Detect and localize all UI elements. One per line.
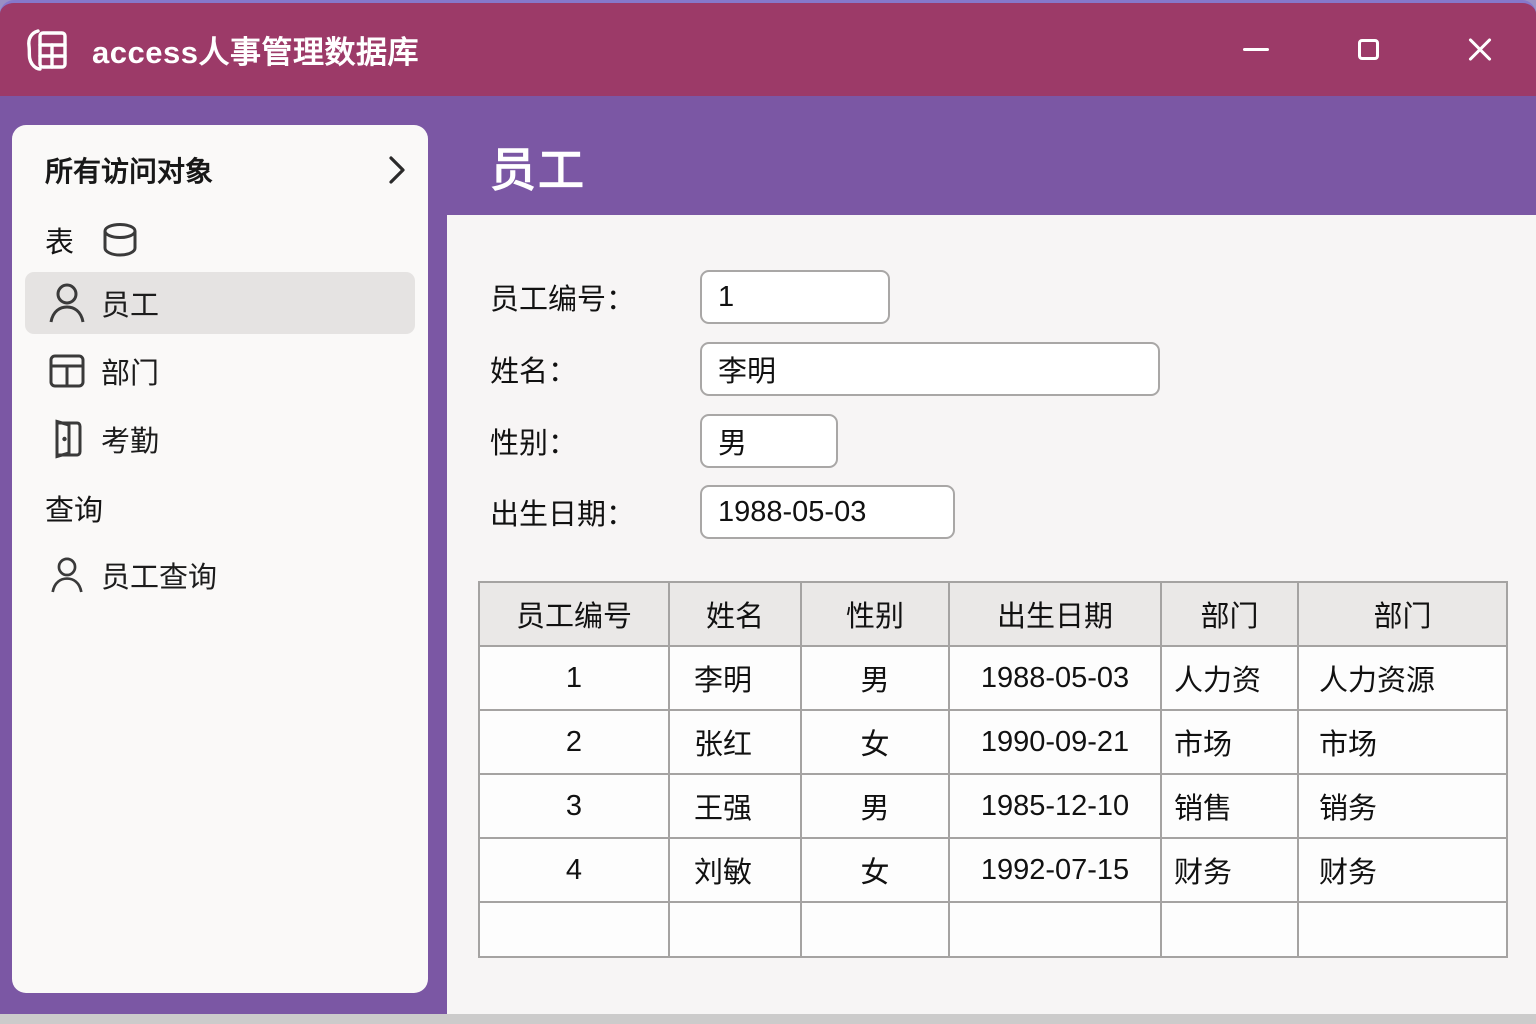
nav-section-tables-label: 表 [45,227,75,259]
name-label: 姓名： [490,356,578,388]
cell-gender[interactable]: 女 [800,837,950,903]
cell-birthdate[interactable]: 1992-07-15 [948,837,1162,903]
cell-name[interactable]: 李明 [668,645,802,711]
minimize-icon [1243,48,1269,51]
cell-name[interactable]: 刘敏 [668,837,802,903]
form-row-employee-id: 员工编号： [490,270,890,324]
nav-pane-header[interactable]: 所有访问对象 [45,145,408,195]
table-grid-icon [45,351,89,391]
window-title: access人事管理数据库 [92,35,419,70]
nav-section-tables[interactable]: 表 [45,209,140,271]
form-row-gender: 性别： [490,414,838,468]
gender-label: 性别： [490,428,578,460]
cell-birthdate[interactable]: 1990-09-21 [948,709,1162,775]
cell-birthdate[interactable]: 1985-12-10 [948,773,1162,839]
column-header-employee-id[interactable]: 员工编号 [478,581,670,647]
close-icon [1467,37,1493,63]
column-header-name[interactable]: 姓名 [668,581,802,647]
employee-id-field[interactable] [700,270,890,324]
employee-datasheet: 员工编号 姓名 性别 出生日期 部门 部门 1 李明 男 1988-05-03 [478,581,1508,958]
navigation-pane: 所有访问对象 表 员工 部门 考勤 查询 员工查询 [12,125,428,993]
nav-section-queries-label: 查询 [45,495,104,527]
app-window: access人事管理数据库 所有访问对象 表 员工 部门 考勤 查询 员工查询 … [0,0,1536,1024]
window-controls [1200,3,1536,96]
table-row[interactable]: 3 王强 男 1985-12-10 销售 销务 [478,773,1508,839]
window-bottom-edge [0,1014,1536,1024]
cell-department-2[interactable]: 财务 [1297,837,1508,903]
table-row-new-record[interactable] [478,901,1508,958]
cell-department-1[interactable]: 市场 [1160,709,1299,775]
table-row[interactable]: 2 张红 女 1990-09-21 市场 市场 [478,709,1508,775]
cell-birthdate[interactable]: 1988-05-03 [948,645,1162,711]
maximize-icon [1357,39,1379,60]
cell-employee-id[interactable]: 4 [478,837,670,903]
cell-department-2[interactable]: 人力资源 [1297,645,1508,711]
nav-pane-title: 所有访问对象 [45,156,214,187]
sidebar-item-label: 员工查询 [101,562,218,594]
birthdate-label: 出生日期： [490,499,636,531]
titlebar: access人事管理数据库 [0,3,1536,96]
cell-department-1[interactable]: 财务 [1160,837,1299,903]
sidebar-item-employees[interactable]: 员工 [25,272,415,334]
cell-employee-id[interactable]: 1 [478,645,670,711]
cell-department-1[interactable] [1160,901,1299,958]
table-row[interactable]: 4 刘敏 女 1992-07-15 财务 财务 [478,837,1508,903]
sidebar-item-employee-query[interactable]: 员工查询 [25,544,415,606]
person-icon [45,556,89,594]
column-header-gender[interactable]: 性别 [800,581,950,647]
page-title: 员工 [490,144,586,196]
form-row-birthdate: 出生日期： [490,485,955,539]
datasheet-header-row: 员工编号 姓名 性别 出生日期 部门 部门 [478,581,1508,647]
sidebar-item-label: 部门 [101,358,160,390]
database-cylinder-icon [100,221,140,259]
cell-department-2[interactable] [1297,901,1508,958]
form-row-name: 姓名： [490,342,1160,396]
cell-gender[interactable]: 男 [800,645,950,711]
cell-name[interactable]: 王强 [668,773,802,839]
table-row[interactable]: 1 李明 男 1988-05-03 人力资 人力资源 [478,645,1508,711]
employee-form-panel: 员工编号： 姓名： 性别： 出生日期： [447,215,1536,1017]
sidebar-item-label: 考勤 [101,426,160,458]
cell-gender[interactable]: 女 [800,709,950,775]
cell-birthdate[interactable] [948,901,1162,958]
column-header-department-2[interactable]: 部门 [1297,581,1508,647]
cell-employee-id[interactable]: 3 [478,773,670,839]
minimize-button[interactable] [1200,3,1312,96]
access-app-icon [24,24,70,76]
cell-employee-id[interactable] [478,901,670,958]
cell-department-2[interactable]: 销务 [1297,773,1508,839]
chevron-right-icon [386,153,408,187]
person-icon [45,282,89,324]
nav-section-queries[interactable]: 查询 [45,477,103,539]
cell-department-1[interactable]: 人力资 [1160,645,1299,711]
cell-department-2[interactable]: 市场 [1297,709,1508,775]
cell-gender[interactable] [800,901,950,958]
cell-department-1[interactable]: 销售 [1160,773,1299,839]
sidebar-item-attendance[interactable]: 考勤 [25,408,415,470]
app-body: 所有访问对象 表 员工 部门 考勤 查询 员工查询 员工 员工编号： 1 姓名：… [0,96,1536,1017]
door-icon [45,418,89,460]
column-header-birthdate[interactable]: 出生日期 [948,581,1162,647]
employee-id-label: 员工编号： [490,284,636,316]
name-field[interactable] [700,342,1160,396]
column-header-department-1[interactable]: 部门 [1160,581,1299,647]
maximize-button[interactable] [1312,3,1424,96]
cell-name[interactable]: 张红 [668,709,802,775]
gender-field[interactable] [700,414,838,468]
sidebar-item-departments[interactable]: 部门 [25,340,415,402]
sidebar-item-label: 员工 [101,290,160,322]
close-button[interactable] [1424,3,1536,96]
cell-name[interactable] [668,901,802,958]
birthdate-field[interactable] [700,485,955,539]
cell-employee-id[interactable]: 2 [478,709,670,775]
cell-gender[interactable]: 男 [800,773,950,839]
